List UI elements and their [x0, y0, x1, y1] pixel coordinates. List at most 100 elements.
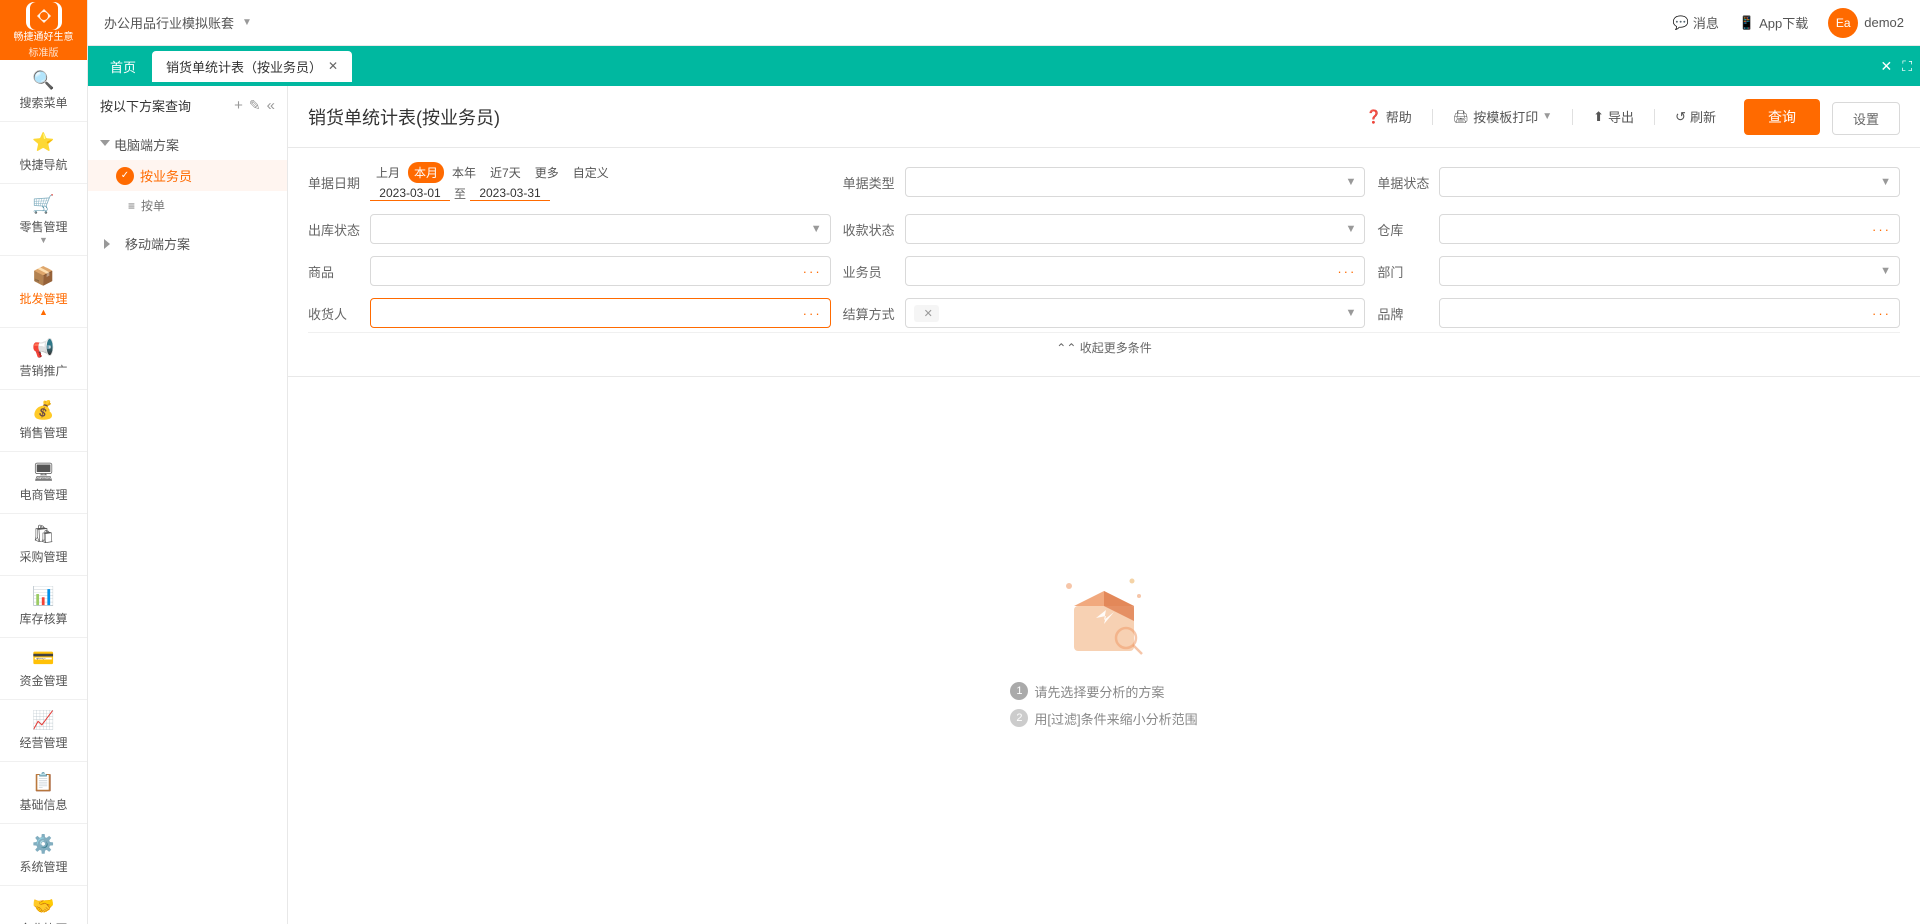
type-label: 单据类型 — [843, 173, 899, 192]
sidebar-item-ecommerce[interactable]: 🖥 电商管理 — [0, 452, 87, 514]
empty-state: 1 请先选择要分析的方案 2 用[过滤]条件来缩小分析范围 — [288, 377, 1920, 924]
edit-scheme-btn[interactable]: ✎ — [249, 97, 261, 114]
action-divider-3 — [1654, 109, 1655, 125]
recipient-field: 收货人 ··· — [308, 298, 831, 328]
pc-scheme-group-header[interactable]: 电脑端方案 — [88, 129, 287, 160]
type-arrow: ▼ — [1345, 176, 1356, 188]
sidebar-item-inventory[interactable]: 📊 库存核算 — [0, 576, 87, 638]
date-end-input[interactable] — [470, 186, 550, 201]
form-row-1: 单据日期 上月 本月 本年 近7天 更多 自定义 — [308, 162, 1900, 202]
export-btn[interactable]: ⬆ 导出 — [1585, 103, 1642, 130]
salesperson-input[interactable]: ··· — [905, 256, 1366, 286]
mobile-scheme-group-header[interactable]: 移动端方案 — [88, 228, 287, 259]
top-header-left: 办公用品行业模拟账套 ▼ — [104, 13, 252, 32]
more-btn[interactable]: 更多 — [529, 162, 565, 183]
goods-label: 商品 — [308, 262, 364, 281]
sidebar-item-quick[interactable]: ⭐ 快捷导航 — [0, 122, 87, 184]
retail-arrow: ▼ — [39, 235, 48, 245]
scheme-item-order[interactable]: ≡ 按单 — [88, 191, 287, 220]
empty-tip-2: 2 用[过滤]条件来缩小分析范围 — [1010, 709, 1197, 728]
goods-field: 商品 ··· — [308, 256, 831, 286]
pc-group-expand-icon — [100, 140, 110, 151]
form-row-2: 出库状态 ▼ 收款状态 ▼ 仓库 — [308, 214, 1900, 244]
type-select[interactable]: ▼ — [905, 167, 1366, 197]
tab-bar: 首页 销货单统计表（按业务员） ✕ ✕ ⛶ — [88, 46, 1920, 86]
app-logo[interactable]: 畅捷通好生意 标准版 — [0, 0, 87, 60]
star-icon: ⭐ — [32, 132, 54, 153]
pay-status-field: 收款状态 ▼ — [843, 214, 1366, 244]
system-icon: ⚙️ — [32, 834, 54, 855]
page-header: 销货单统计表(按业务员) ❓ 帮助 🖨 按模板打印 ▼ ⬆ — [288, 86, 1920, 148]
collapse-panel-btn[interactable]: « — [267, 97, 275, 114]
sidebar-item-basic[interactable]: 📋 基础信息 — [0, 762, 87, 824]
setting-button[interactable]: 设置 — [1832, 102, 1900, 135]
refresh-btn[interactable]: ↺ 刷新 — [1667, 103, 1724, 130]
date-start-input[interactable] — [370, 186, 450, 201]
messages-btn[interactable]: 💬 消息 — [1673, 13, 1719, 32]
payment-tag-close[interactable]: ✕ — [924, 307, 933, 320]
dept-select[interactable]: ▼ — [1439, 256, 1900, 286]
left-panel-title: 按以下方案查询 — [100, 96, 191, 115]
brand-input[interactable]: ··· — [1439, 298, 1900, 328]
marketing-icon: 📢 — [32, 338, 54, 359]
status-label: 单据状态 — [1377, 173, 1433, 192]
collapse-bar[interactable]: ⌃⌃ 收起更多条件 — [308, 332, 1900, 362]
pc-group-label: 电脑端方案 — [114, 135, 179, 154]
this-year-btn[interactable]: 本年 — [446, 162, 482, 183]
sidebar-item-sales[interactable]: 💰 销售管理 — [0, 390, 87, 452]
date-input-group: 至 — [370, 185, 831, 202]
out-status-select[interactable]: ▼ — [370, 214, 831, 244]
status-select[interactable]: ▼ — [1439, 167, 1900, 197]
sidebar-item-operations[interactable]: 📈 经营管理 — [0, 700, 87, 762]
out-status-label: 出库状态 — [308, 220, 364, 239]
payment-select[interactable]: ✕ ▼ — [905, 298, 1366, 328]
page-title: 销货单统计表(按业务员) — [308, 104, 500, 130]
pay-status-select[interactable]: ▼ — [905, 214, 1366, 244]
tab-home[interactable]: 首页 — [96, 51, 150, 82]
user-menu-btn[interactable]: Ea demo2 — [1828, 8, 1904, 38]
status-field: 单据状态 ▼ — [1377, 167, 1900, 197]
print-btn[interactable]: 🖨 按模板打印 ▼ — [1445, 103, 1560, 130]
sidebar-item-system[interactable]: ⚙️ 系统管理 — [0, 824, 87, 886]
warehouse-input[interactable]: ··· — [1439, 214, 1900, 244]
brand-field: 品牌 ··· — [1377, 298, 1900, 328]
dept-arrow: ▼ — [1880, 265, 1891, 277]
tab-sales-report[interactable]: 销货单统计表（按业务员） ✕ — [152, 51, 352, 82]
custom-btn[interactable]: 自定义 — [567, 162, 615, 183]
goods-input[interactable]: ··· — [370, 256, 831, 286]
sidebar-item-search[interactable]: 🔍 搜索菜单 — [0, 60, 87, 122]
add-scheme-btn[interactable]: + — [234, 97, 243, 114]
content-area: 按以下方案查询 + ✎ « 电脑端方案 ✓ 按业务员 ≡ 按单 — [88, 86, 1920, 924]
tab-close-window-icon[interactable]: ✕ — [1880, 58, 1892, 75]
recipient-input[interactable]: ··· — [370, 298, 831, 328]
sidebar-item-finance[interactable]: 💳 资金管理 — [0, 638, 87, 700]
sidebar-item-purchase[interactable]: 🛍 采购管理 — [0, 514, 87, 576]
tip-num-1: 1 — [1010, 682, 1028, 700]
wholesale-arrow: ▲ — [39, 307, 48, 317]
nav-dropdown-arrow[interactable]: ▼ — [242, 17, 252, 28]
mobile-scheme-group: 移动端方案 — [88, 224, 287, 263]
scheme-item-salesperson[interactable]: ✓ 按业务员 — [88, 160, 287, 191]
tab-close-icon[interactable]: ✕ — [328, 59, 338, 73]
tip-num-2: 2 — [1010, 709, 1028, 727]
help-btn[interactable]: ❓ 帮助 — [1358, 103, 1420, 130]
type-field: 单据类型 ▼ — [843, 167, 1366, 197]
app-download-btn[interactable]: 📱 App下载 — [1739, 13, 1808, 32]
sidebar-item-wholesale[interactable]: 📦 批发管理 ▲ — [0, 256, 87, 328]
logo-sub: 标准版 — [29, 44, 59, 59]
recent7-btn[interactable]: 近7天 — [484, 162, 527, 183]
payment-label: 结算方式 — [843, 304, 899, 323]
prev-month-btn[interactable]: 上月 — [370, 162, 406, 183]
sales-icon: 💰 — [32, 400, 54, 421]
download-icon: 📱 — [1739, 15, 1755, 31]
this-month-btn[interactable]: 本月 — [408, 162, 444, 183]
sidebar-item-marketing[interactable]: 📢 营销推广 — [0, 328, 87, 390]
sidebar-item-enterprise[interactable]: 🤝 企业协同 — [0, 886, 87, 924]
query-button[interactable]: 查询 — [1744, 99, 1820, 135]
tab-maximize-icon[interactable]: ⛶ — [1902, 58, 1912, 75]
sidebar-item-retail[interactable]: 🛒 零售管理 ▼ — [0, 184, 87, 256]
export-icon: ⬆ — [1593, 109, 1604, 125]
finance-icon: 💳 — [32, 648, 54, 669]
brand-dots: ··· — [1872, 306, 1891, 321]
pc-scheme-group: 电脑端方案 ✓ 按业务员 ≡ 按单 — [88, 125, 287, 224]
